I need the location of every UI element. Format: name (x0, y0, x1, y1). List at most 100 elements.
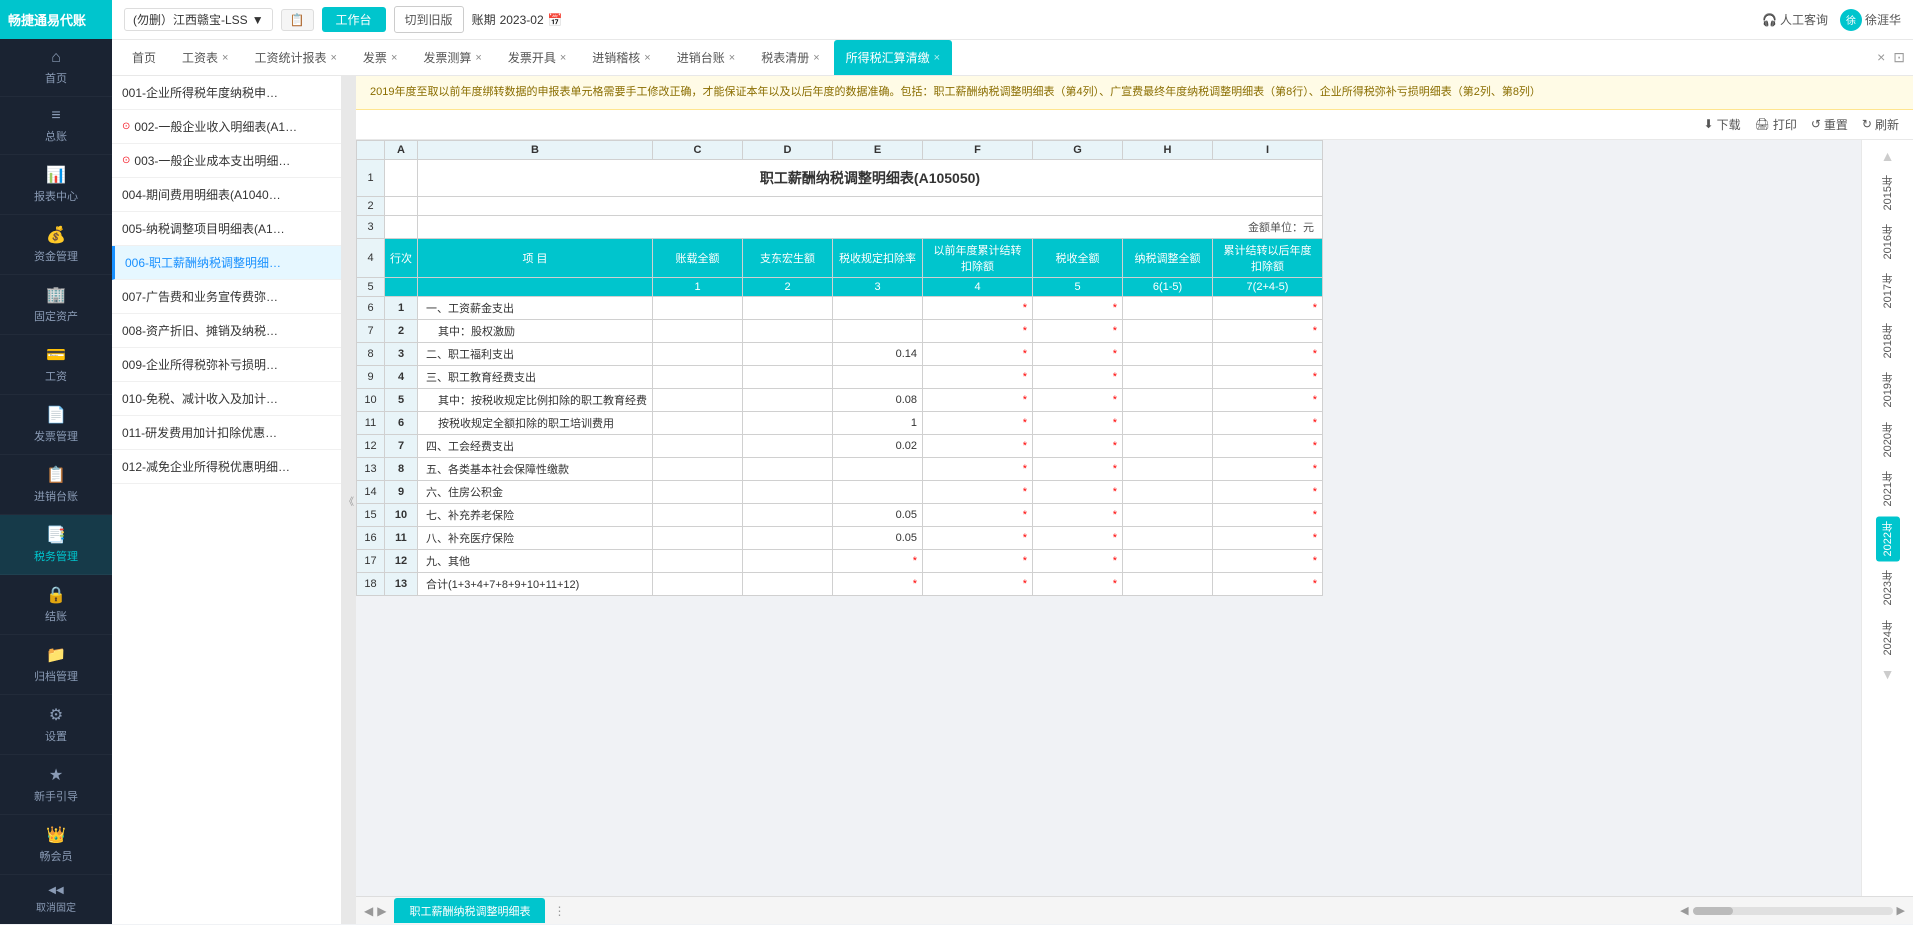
cell-h-15[interactable] (1123, 503, 1213, 526)
cell-g-15[interactable]: * (1033, 503, 1123, 526)
cell-f-6[interactable]: * (923, 296, 1033, 319)
cell-c-6[interactable] (653, 296, 743, 319)
label-row-10[interactable]: 其中：按税收规定比例扣除的职工教育经费 (418, 388, 653, 411)
cell-e-8[interactable]: 0.14 (833, 342, 923, 365)
label-row-12[interactable]: 四、工会经费支出 (418, 434, 653, 457)
cell-i-16[interactable]: * (1213, 526, 1323, 549)
tab-close-invoice-open[interactable]: × (560, 52, 566, 64)
cell-d-8[interactable] (743, 342, 833, 365)
cell-f-17[interactable]: * (923, 549, 1033, 572)
cell-c-9[interactable] (653, 365, 743, 388)
cell-d-11[interactable] (743, 411, 833, 434)
cell-h-18[interactable] (1123, 572, 1213, 595)
form-list-item-002[interactable]: ⊙ 002-一般企业收入明细表(A1… (112, 110, 341, 144)
cell-e-7[interactable] (833, 319, 923, 342)
cell-e-6[interactable] (833, 296, 923, 319)
cell-g-10[interactable]: * (1033, 388, 1123, 411)
form-list-item-006[interactable]: 006-职工薪酬纳税调整明细… (112, 246, 341, 280)
cell-h-9[interactable] (1123, 365, 1213, 388)
cell-c-10[interactable] (653, 388, 743, 411)
cell-f-14[interactable]: * (923, 480, 1033, 503)
cell-h-16[interactable] (1123, 526, 1213, 549)
label-row-16[interactable]: 八、补充医疗保险 (418, 526, 653, 549)
form-list-item-007[interactable]: 007-广告费和业务宣传费弥… (112, 280, 341, 314)
cell-i-14[interactable]: * (1213, 480, 1323, 503)
cell-c-17[interactable] (653, 549, 743, 572)
sidebar-item-report[interactable]: 📊 报表中心 (0, 155, 112, 215)
tab-purchase-ledger[interactable]: 进销台账 × (665, 40, 747, 76)
tab-close-all-icon[interactable]: × (1877, 49, 1885, 66)
cell-f-7[interactable]: * (923, 319, 1033, 342)
cell-c-8[interactable] (653, 342, 743, 365)
sidebar-item-home[interactable]: ⌂ 首页 (0, 39, 112, 97)
cell-i-6[interactable]: * (1213, 296, 1323, 319)
cell-d-10[interactable] (743, 388, 833, 411)
cell-d-12[interactable] (743, 434, 833, 457)
cell-h-14[interactable] (1123, 480, 1213, 503)
cell-f-11[interactable]: * (923, 411, 1033, 434)
cell-f-12[interactable]: * (923, 434, 1033, 457)
cell-c-14[interactable] (653, 480, 743, 503)
tab-tax-clear[interactable]: 税表清册 × (749, 40, 831, 76)
cell-i-12[interactable]: * (1213, 434, 1323, 457)
cell-f-13[interactable]: * (923, 457, 1033, 480)
tab-maximize-icon[interactable]: ⊡ (1893, 49, 1905, 66)
cell-i-13[interactable]: * (1213, 457, 1323, 480)
cell-g-12[interactable]: * (1033, 434, 1123, 457)
sidebar-item-salary[interactable]: 💳 工资 (0, 335, 112, 395)
cell-e-18[interactable]: * (833, 572, 923, 595)
cell-e-12[interactable]: 0.02 (833, 434, 923, 457)
cell-f-8[interactable]: * (923, 342, 1033, 365)
tab-close-purchase-verify[interactable]: × (644, 52, 650, 64)
cell-c-16[interactable] (653, 526, 743, 549)
cell-h-17[interactable] (1123, 549, 1213, 572)
cell-f-15[interactable]: * (923, 503, 1033, 526)
year-nav-2015[interactable]: 2015年 (1876, 170, 1900, 215)
label-row-15[interactable]: 七、补充养老保险 (418, 503, 653, 526)
scroll-left-btn[interactable]: ◀ (1680, 904, 1688, 917)
sidebar-item-guide[interactable]: ★ 新手引导 (0, 755, 112, 815)
cell-e-10[interactable]: 0.08 (833, 388, 923, 411)
cell-g-6[interactable]: * (1033, 296, 1123, 319)
tab-salary[interactable]: 工资表 × (170, 40, 240, 76)
cell-g-17[interactable]: * (1033, 549, 1123, 572)
cell-i-10[interactable]: * (1213, 388, 1323, 411)
sidebar-item-invoice[interactable]: 📄 发票管理 (0, 395, 112, 455)
cell-d-9[interactable] (743, 365, 833, 388)
user-btn[interactable]: 徐 徐涯华 (1840, 9, 1901, 31)
tab-invoice-open[interactable]: 发票开具 × (496, 40, 578, 76)
cell-i-15[interactable]: * (1213, 503, 1323, 526)
tab-invoice-calc[interactable]: 发票测算 × (411, 40, 493, 76)
sidebar-item-fixed[interactable]: 🏢 固定资产 (0, 275, 112, 335)
scroll-right-btn[interactable]: ▶ (1897, 904, 1905, 917)
cell-c-12[interactable] (653, 434, 743, 457)
service-btn[interactable]: 🎧 人工客询 (1762, 11, 1828, 28)
form-list-item-008[interactable]: 008-资产折旧、摊销及纳税… (112, 314, 341, 348)
cell-h-6[interactable] (1123, 296, 1213, 319)
sidebar-item-ledger[interactable]: ≡ 总账 (0, 97, 112, 155)
label-row-18[interactable]: 合计(1+3+4+7+8+9+10+11+12) (418, 572, 653, 595)
form-list-item-003[interactable]: ⊙ 003-一般企业成本支出明细… (112, 144, 341, 178)
cell-e-9[interactable] (833, 365, 923, 388)
label-row-7[interactable]: 其中：股权激励 (418, 319, 653, 342)
year-nav-2021[interactable]: 2021年 (1876, 466, 1900, 511)
tab-close-salary[interactable]: × (222, 52, 228, 64)
cell-e-11[interactable]: 1 (833, 411, 923, 434)
tab-purchase-verify[interactable]: 进销稽核 × (580, 40, 662, 76)
year-nav-2020[interactable]: 2020年 (1876, 417, 1900, 462)
cell-i-8[interactable]: * (1213, 342, 1323, 365)
cell-d-17[interactable] (743, 549, 833, 572)
sheet-options-icon[interactable]: ⋮ (553, 904, 565, 918)
print-btn[interactable]: 🖨 打印 (1755, 116, 1797, 133)
cell-i-7[interactable]: * (1213, 319, 1323, 342)
cell-h-10[interactable] (1123, 388, 1213, 411)
refresh-btn[interactable]: ↻ 刷新 (1862, 116, 1899, 133)
sidebar-item-settings[interactable]: ⚙ 设置 (0, 695, 112, 755)
cell-c-11[interactable] (653, 411, 743, 434)
scrollbar-thumb[interactable] (1693, 907, 1733, 915)
year-nav-2022[interactable]: 2022年 (1876, 516, 1900, 561)
cell-h-7[interactable] (1123, 319, 1213, 342)
sheet-scroll[interactable]: A B C D E F G H I (356, 140, 1861, 897)
cell-f-9[interactable]: * (923, 365, 1033, 388)
sidebar-item-member[interactable]: 👑 畅会员 (0, 815, 112, 875)
